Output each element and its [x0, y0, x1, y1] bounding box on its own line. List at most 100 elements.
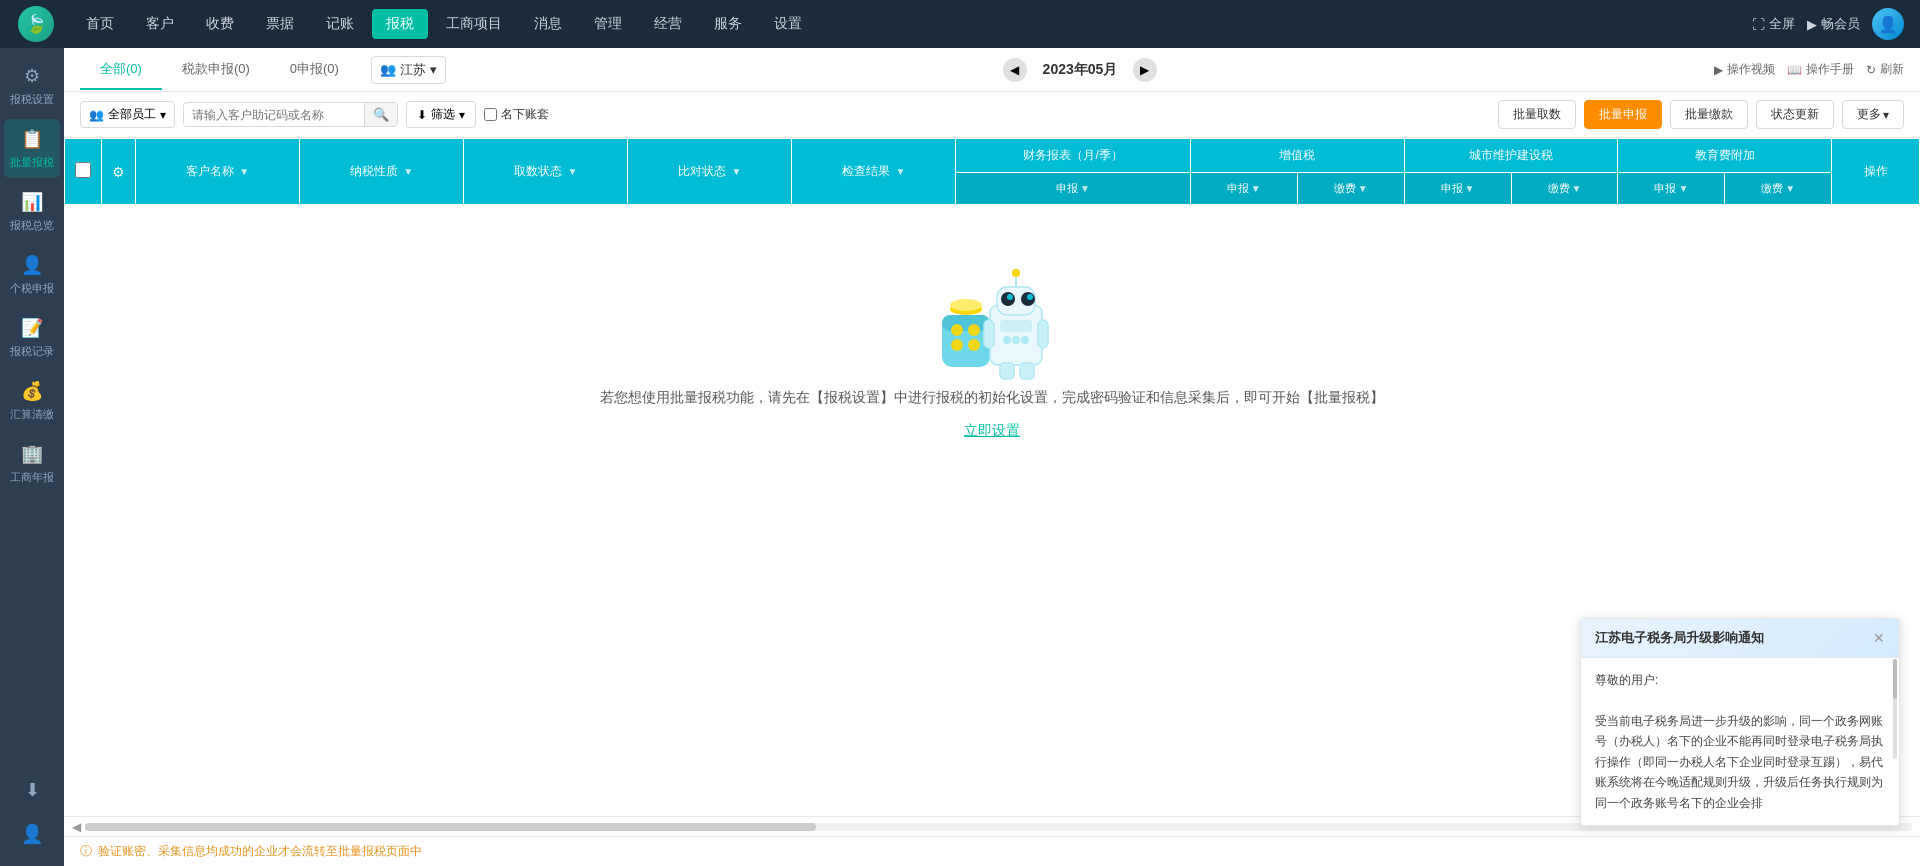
nav-item-settings[interactable]: 设置 [760, 9, 816, 39]
svg-point-4 [951, 339, 963, 351]
nav-item-accounting[interactable]: 记账 [312, 9, 368, 39]
batch-pay-button[interactable]: 批量缴款 [1670, 100, 1748, 129]
setup-link[interactable]: 立即设置 [964, 422, 1020, 440]
user-avatar[interactable]: 👤 [1872, 8, 1904, 40]
nav-item-service[interactable]: 服务 [700, 9, 756, 39]
employee-selector[interactable]: 👥 全部员工 ▾ [80, 101, 175, 128]
fullscreen-label: 全屏 [1769, 15, 1795, 33]
svg-rect-1 [942, 315, 990, 331]
province-selector[interactable]: 👥 江苏 ▾ [371, 56, 446, 84]
manual-label: 操作手册 [1806, 61, 1854, 78]
nav-item-operation[interactable]: 经营 [640, 9, 696, 39]
svg-rect-17 [1038, 320, 1048, 348]
nav-item-invoice[interactable]: 票据 [252, 9, 308, 39]
batch-declare-button[interactable]: 批量申报 [1584, 100, 1662, 129]
nav-item-tax[interactable]: 报税 [372, 9, 428, 39]
th-gear: ⚙ [102, 139, 136, 205]
sidebar-item-tax-records[interactable]: 📝 报税记录 [4, 308, 60, 367]
vip-label: 畅会员 [1821, 15, 1860, 33]
prev-month-button[interactable]: ◀ [1003, 58, 1027, 82]
sidebar-item-annual-report[interactable]: 🏢 工商年报 [4, 434, 60, 493]
gear-icon[interactable]: ⚙ [112, 164, 125, 180]
annual-settlement-icon: 💰 [20, 379, 44, 403]
th-vat-declare-filter: ▼ [1251, 183, 1261, 194]
nav-item-message[interactable]: 消息 [520, 9, 576, 39]
nav-item-business[interactable]: 工商项目 [432, 9, 516, 39]
tab-tax-declare[interactable]: 税款申报(0) [162, 50, 270, 90]
toolbar-right: 批量取数 批量申报 批量缴款 状态更新 更多 ▾ [1498, 100, 1904, 129]
th-vat: 增值税 [1190, 139, 1404, 173]
user-icon: 👤 [20, 822, 44, 846]
sub-account-checkbox-label[interactable]: 名下账套 [484, 106, 549, 123]
province-icon: 👥 [380, 62, 396, 77]
refresh-link[interactable]: ↻ 刷新 [1866, 61, 1904, 78]
tab-all[interactable]: 全部(0) [80, 50, 162, 90]
notification-scrollbar [1893, 659, 1897, 759]
employee-select-label: 全部员工 [108, 106, 156, 123]
fullscreen-button[interactable]: ⛶ 全屏 [1752, 15, 1795, 33]
nav-item-customer[interactable]: 客户 [132, 9, 188, 39]
tax-records-icon: 📝 [20, 316, 44, 340]
svg-point-12 [1007, 294, 1013, 300]
sidebar-label-annual-report: 工商年报 [10, 470, 54, 485]
chevron-down-icon3: ▾ [1883, 108, 1889, 122]
th-fetch-status-filter-icon: ▼ [567, 166, 577, 177]
nav-menu: 首页 客户 收费 票据 记账 报税 工商项目 消息 管理 经营 服务 设置 [72, 9, 1752, 39]
avatar-icon: 👤 [1878, 15, 1898, 34]
manual-link[interactable]: 📖 操作手册 [1787, 61, 1854, 78]
tab-tax-declare-count: (0) [234, 61, 250, 76]
status-bar-text: 验证账密、采集信息均成功的企业才会流转至批量报税页面中 [98, 843, 422, 860]
more-button[interactable]: 更多 ▾ [1842, 100, 1904, 129]
th-vat-pay-filter: ▼ [1358, 183, 1368, 194]
sidebar-item-batch-tax[interactable]: 📋 批量报税 [4, 119, 60, 178]
tab-all-label: 全部 [100, 61, 126, 76]
vip-button[interactable]: ▶ 畅会员 [1807, 15, 1860, 33]
video-tutorial-link[interactable]: ▶ 操作视频 [1714, 61, 1775, 78]
sidebar-label-annual-settlement: 汇算清缴 [10, 407, 54, 422]
search-button[interactable]: 🔍 [364, 103, 397, 126]
sidebar-item-personal-tax[interactable]: 👤 个税申报 [4, 245, 60, 304]
nav-item-billing[interactable]: 收费 [192, 9, 248, 39]
filter-label: 筛选 [431, 106, 455, 123]
th-fetch-status: 取数状态 ▼ [464, 139, 628, 205]
th-edu-declare-filter: ▼ [1678, 183, 1688, 194]
tax-settings-icon: ⚙ [20, 64, 44, 88]
th-city-tax-declare: 申报▼ [1404, 173, 1511, 205]
tab-bar-right: ▶ 操作视频 📖 操作手册 ↻ 刷新 [1714, 61, 1904, 78]
notification-close-button[interactable]: ✕ [1873, 630, 1885, 646]
more-label: 更多 [1857, 106, 1881, 123]
select-all-checkbox[interactable] [75, 162, 91, 178]
month-navigation: ◀ 2023年05月 ▶ [1003, 58, 1157, 82]
nav-item-home[interactable]: 首页 [72, 9, 128, 39]
th-compare-status: 比对状态 ▼ [628, 139, 792, 205]
sidebar-item-user[interactable]: 👤 [4, 814, 60, 854]
refresh-label: 刷新 [1880, 61, 1904, 78]
nav-item-management[interactable]: 管理 [580, 9, 636, 39]
sidebar-item-tax-overview[interactable]: 📊 报税总览 [4, 182, 60, 241]
empty-state-cell: 若您想使用批量报税功能，请先在【报税设置】中进行报税的初始化设置，完成密码验证和… [65, 205, 1920, 501]
scroll-left-arrow[interactable]: ◀ [72, 820, 81, 834]
scrollbar-thumb[interactable] [85, 823, 816, 831]
sub-account-checkbox[interactable] [484, 108, 497, 121]
search-input[interactable] [184, 104, 364, 126]
th-vat-declare: 申报▼ [1190, 173, 1297, 205]
sidebar-label-batch-tax: 批量报税 [10, 155, 54, 170]
tab-zero-declare[interactable]: 0申报(0) [270, 50, 359, 90]
fullscreen-icon: ⛶ [1752, 17, 1765, 32]
th-city-tax-declare-filter: ▼ [1465, 183, 1475, 194]
sidebar-item-tax-settings[interactable]: ⚙ 报税设置 [4, 56, 60, 115]
refresh-icon: ↻ [1866, 63, 1876, 77]
sidebar-item-annual-settlement[interactable]: 💰 汇算清缴 [4, 371, 60, 430]
notification-scrollbar-thumb[interactable] [1893, 659, 1897, 699]
svg-point-13 [1027, 294, 1033, 300]
svg-point-22 [1012, 336, 1020, 344]
filter-button[interactable]: ⬇ 筛选 ▾ [406, 101, 476, 128]
app-logo[interactable]: 🍃 [16, 4, 56, 44]
batch-fetch-button[interactable]: 批量取数 [1498, 100, 1576, 129]
sidebar-item-download[interactable]: ⬇ [4, 770, 60, 810]
status-update-button[interactable]: 状态更新 [1756, 100, 1834, 129]
chevron-down-icon2: ▾ [459, 108, 465, 122]
sidebar: ⚙ 报税设置 📋 批量报税 📊 报税总览 👤 个税申报 📝 报税记录 💰 汇算清… [0, 48, 64, 866]
tab-tax-declare-label: 税款申报 [182, 61, 234, 76]
next-month-button[interactable]: ▶ [1133, 58, 1157, 82]
